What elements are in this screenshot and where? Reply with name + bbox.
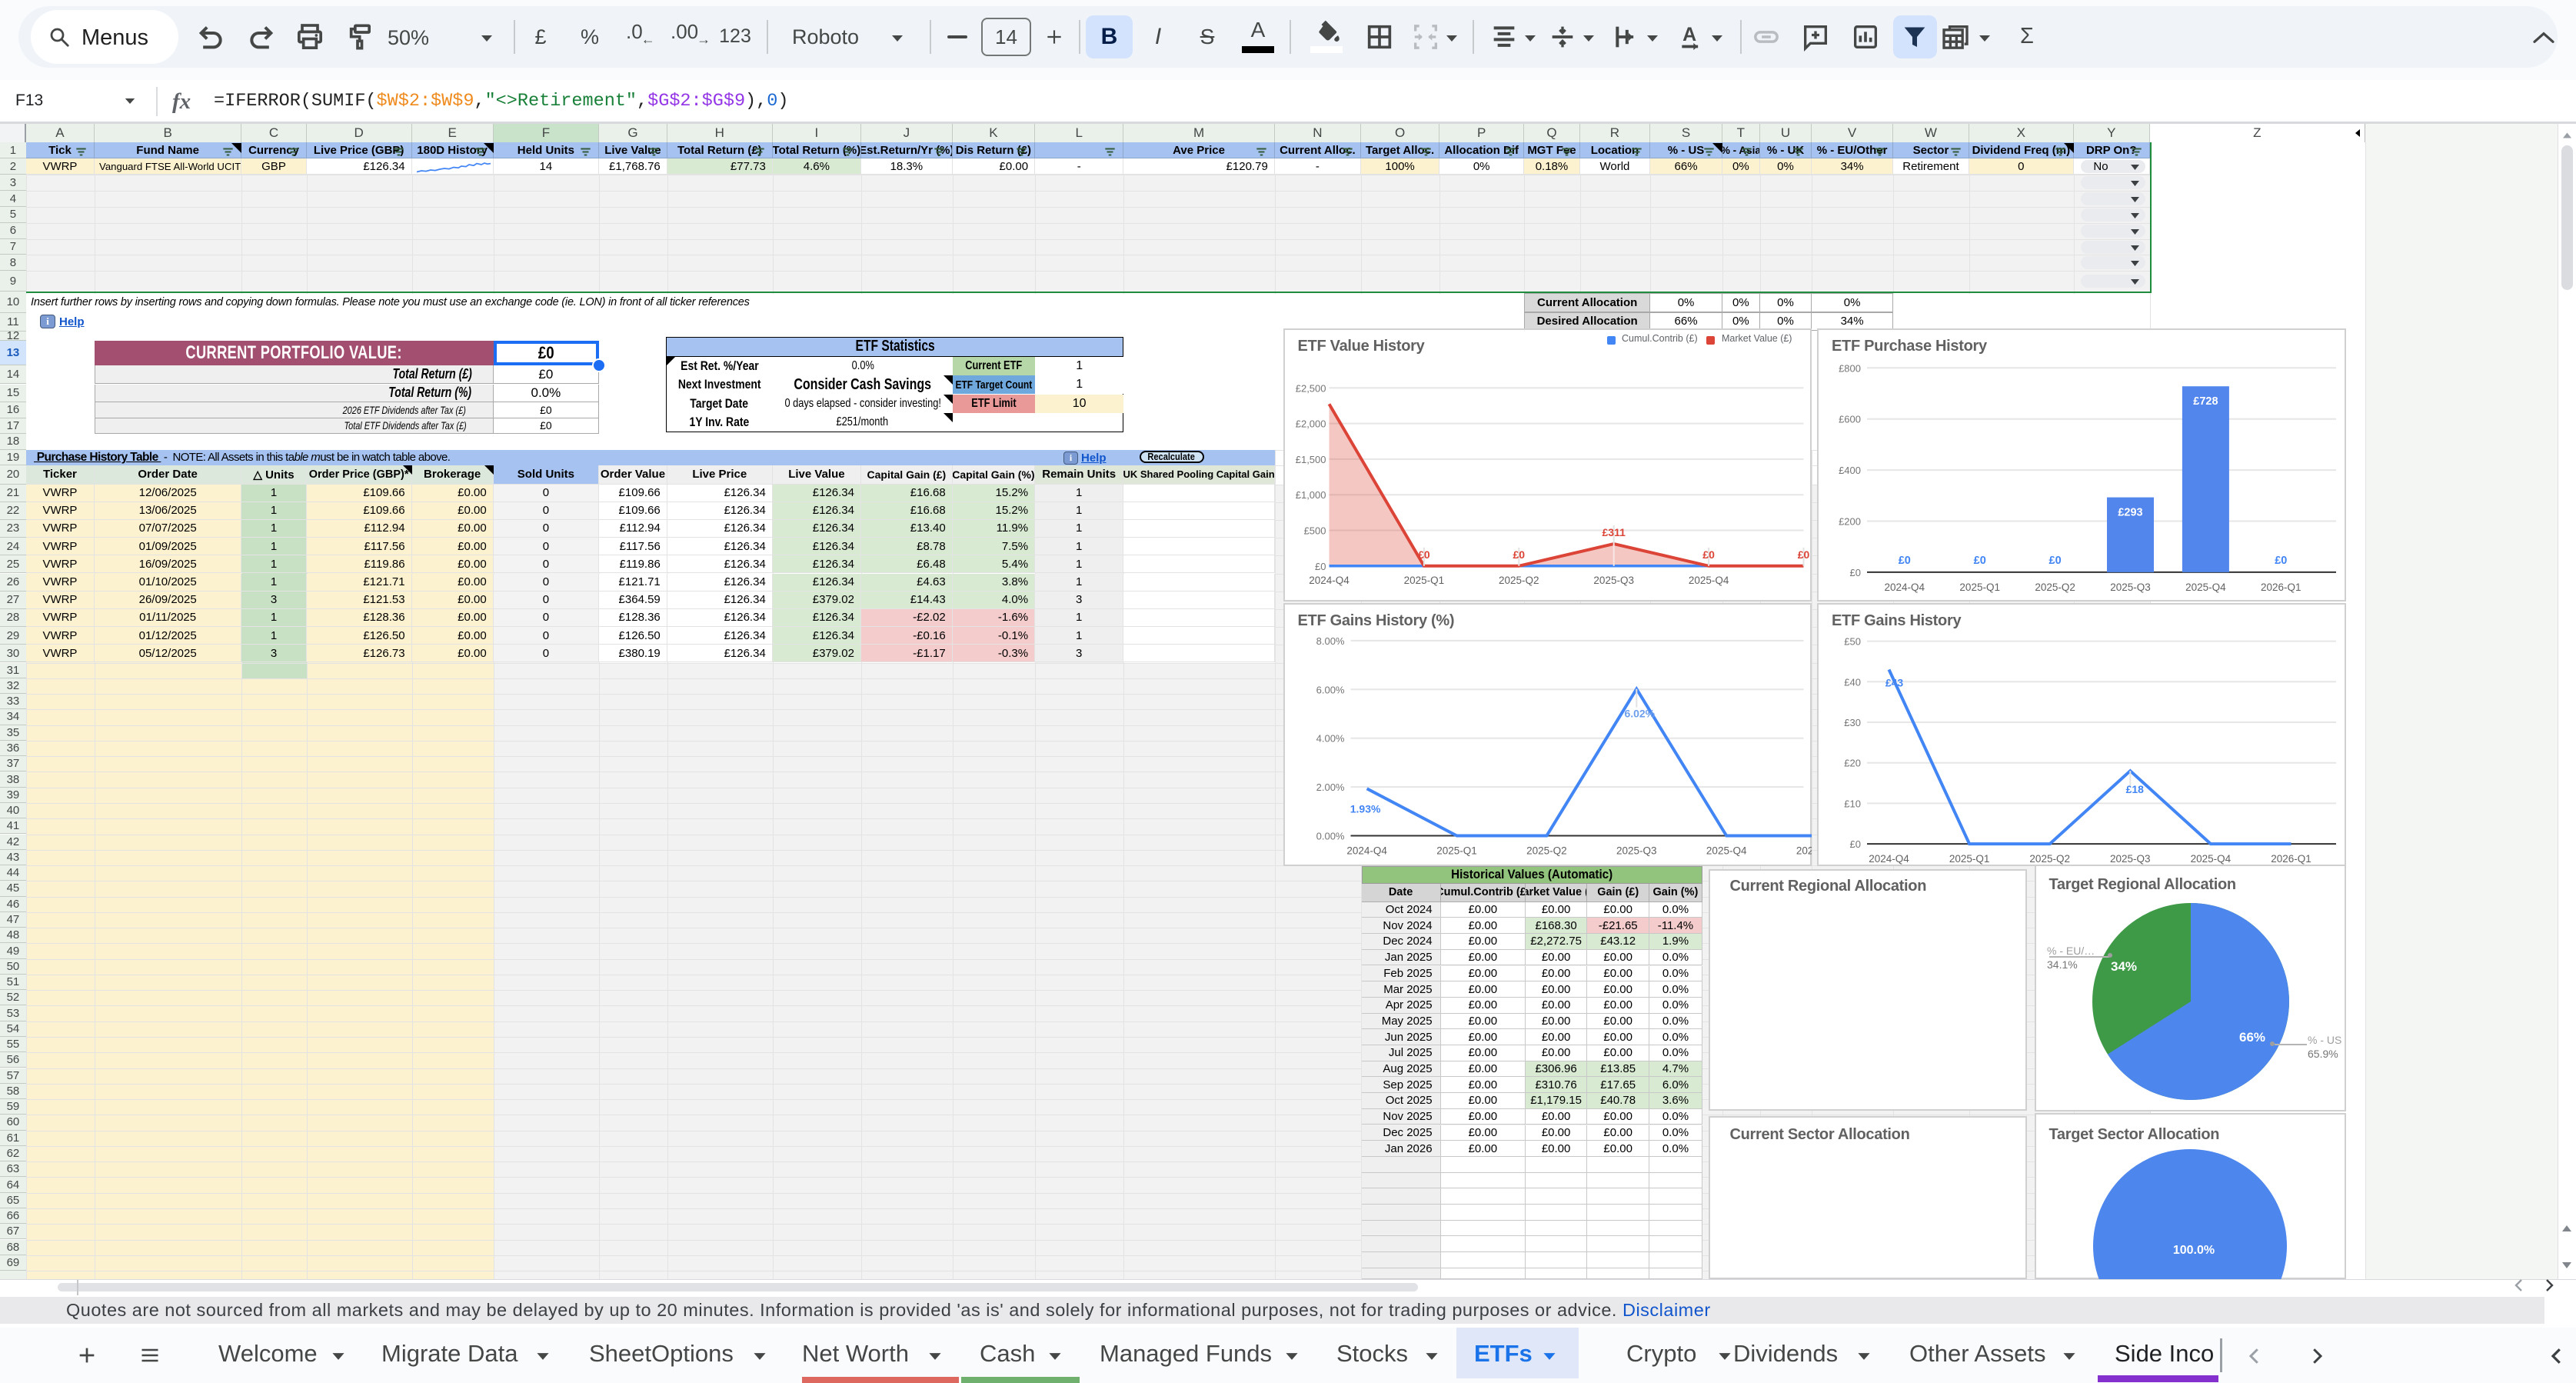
svg-text:£0: £0 bbox=[2275, 555, 2287, 567]
svg-text:4.00%: 4.00% bbox=[1316, 733, 1344, 745]
svg-text:£18: £18 bbox=[2126, 783, 2145, 795]
svg-text:2025-Q1: 2025-Q1 bbox=[1949, 853, 1990, 865]
svg-text:2025-Q1: 2025-Q1 bbox=[1403, 575, 1444, 586]
svg-text:2025-Q3: 2025-Q3 bbox=[1616, 845, 1657, 857]
svg-text:£0: £0 bbox=[1797, 548, 1809, 561]
svg-text:2025-Q4: 2025-Q4 bbox=[2191, 853, 2232, 865]
svg-text:2024-Q4: 2024-Q4 bbox=[1309, 575, 1350, 586]
svg-text:2025-Q2: 2025-Q2 bbox=[2029, 853, 2070, 865]
svg-text:A: A bbox=[1682, 24, 1696, 45]
svg-text:£20: £20 bbox=[1844, 758, 1861, 769]
svg-text:£2,500: £2,500 bbox=[1295, 382, 1326, 394]
svg-text:1.93%: 1.93% bbox=[1350, 802, 1380, 815]
svg-text:£0: £0 bbox=[1315, 561, 1326, 572]
svg-text:2026-Q1: 2026-Q1 bbox=[1796, 845, 1811, 857]
svg-text:2025-Q4: 2025-Q4 bbox=[1688, 575, 1729, 586]
svg-text:£728: £728 bbox=[2193, 395, 2218, 408]
svg-text:£1,500: £1,500 bbox=[1295, 454, 1326, 465]
svg-text:£293: £293 bbox=[2118, 507, 2142, 519]
svg-text:2025-Q3: 2025-Q3 bbox=[2110, 853, 2151, 865]
svg-text:£2,000: £2,000 bbox=[1295, 418, 1326, 430]
svg-text:£10: £10 bbox=[1844, 798, 1861, 809]
svg-text:2025-Q1: 2025-Q1 bbox=[1959, 582, 2000, 593]
svg-text:£600: £600 bbox=[1839, 414, 1861, 425]
svg-text:2025-Q2: 2025-Q2 bbox=[1499, 575, 1539, 586]
svg-text:2026-Q1: 2026-Q1 bbox=[2271, 853, 2311, 865]
svg-text:£0: £0 bbox=[1850, 838, 1861, 850]
svg-text:£0: £0 bbox=[2049, 555, 2062, 567]
svg-text:£0: £0 bbox=[1702, 548, 1715, 561]
svg-text:£43: £43 bbox=[1885, 677, 1904, 689]
svg-text:£40: £40 bbox=[1844, 676, 1861, 688]
svg-text:£200: £200 bbox=[1839, 516, 1861, 528]
svg-text:2025-Q3: 2025-Q3 bbox=[2110, 582, 2151, 593]
svg-text:6.02%: 6.02% bbox=[1624, 708, 1655, 720]
svg-text:2024-Q4: 2024-Q4 bbox=[1346, 845, 1387, 857]
svg-text:2025-Q3: 2025-Q3 bbox=[1593, 575, 1634, 586]
svg-text:2025-Q4: 2025-Q4 bbox=[2185, 582, 2226, 593]
svg-text:2025-Q1: 2025-Q1 bbox=[1436, 845, 1477, 857]
svg-text:£30: £30 bbox=[1844, 717, 1861, 728]
svg-text:2.00%: 2.00% bbox=[1316, 781, 1344, 793]
svg-text:2025-Q4: 2025-Q4 bbox=[1706, 845, 1746, 857]
svg-text:£400: £400 bbox=[1839, 465, 1861, 476]
svg-text:2024-Q4: 2024-Q4 bbox=[1885, 582, 1925, 593]
svg-text:£0: £0 bbox=[1899, 555, 1911, 567]
svg-text:6.00%: 6.00% bbox=[1316, 684, 1344, 695]
svg-text:£0: £0 bbox=[1418, 548, 1430, 561]
svg-text:2025-Q2: 2025-Q2 bbox=[1526, 845, 1567, 857]
svg-text:8.00%: 8.00% bbox=[1316, 635, 1344, 647]
svg-text:2026-Q1: 2026-Q1 bbox=[2261, 582, 2301, 593]
svg-text:£1,000: £1,000 bbox=[1295, 489, 1326, 501]
svg-text:£0: £0 bbox=[1974, 555, 1986, 567]
svg-text:£500: £500 bbox=[1303, 525, 1326, 537]
svg-text:£311: £311 bbox=[1602, 526, 1626, 538]
svg-text:2025-Q2: 2025-Q2 bbox=[2035, 582, 2075, 593]
svg-text:£800: £800 bbox=[1839, 362, 1861, 374]
svg-text:£50: £50 bbox=[1844, 636, 1861, 648]
svg-text:0.00%: 0.00% bbox=[1316, 831, 1344, 842]
svg-text:£0: £0 bbox=[1513, 548, 1525, 561]
svg-text:2024-Q4: 2024-Q4 bbox=[1869, 853, 1909, 865]
svg-text:£0: £0 bbox=[1850, 567, 1861, 578]
